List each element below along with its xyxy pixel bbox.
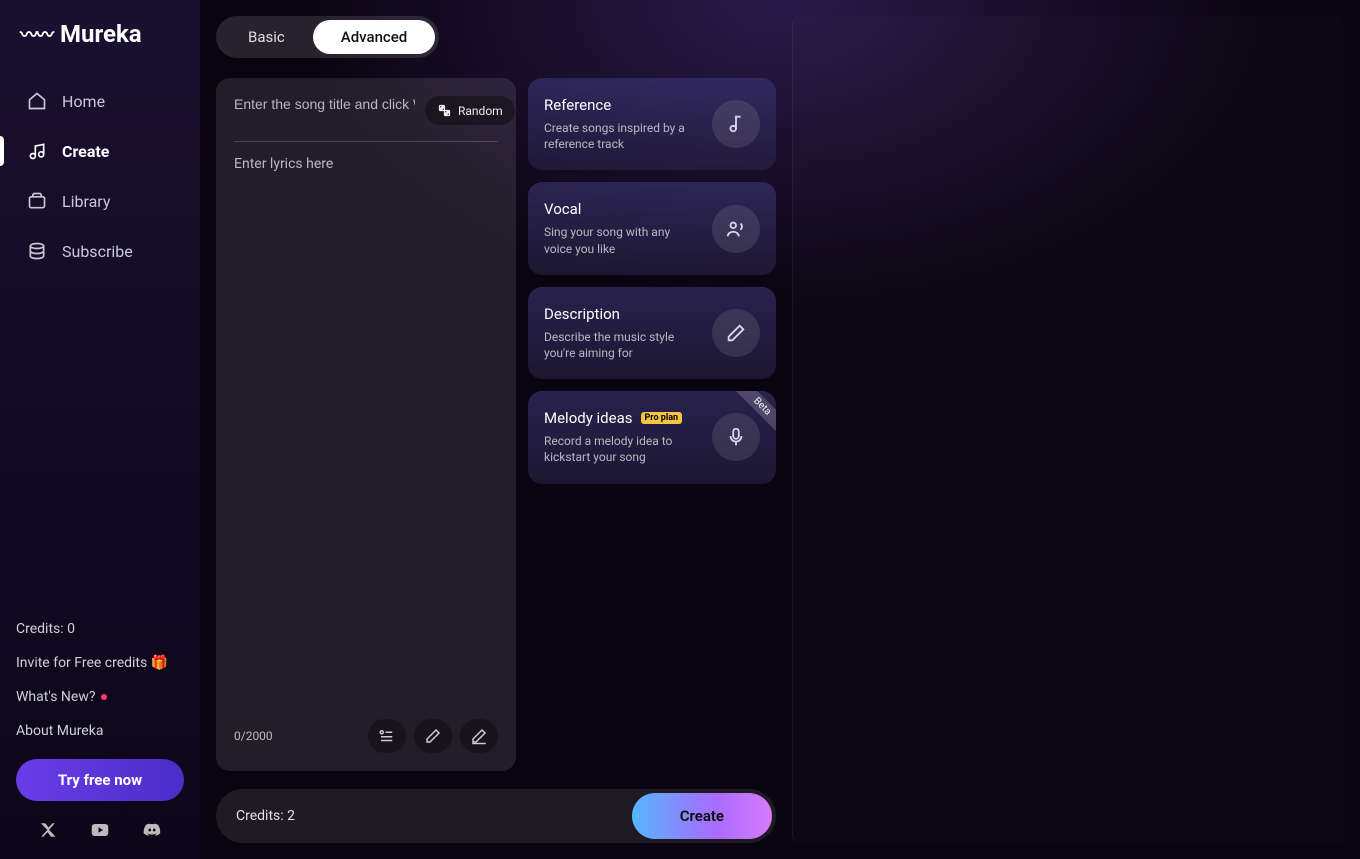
credits-text: Credits: 0 xyxy=(16,621,75,637)
music-note-icon xyxy=(712,100,760,148)
feature-desc-label: Record a melody idea to kickstart your s… xyxy=(544,433,700,465)
feature-title-label: Vocal xyxy=(544,200,581,218)
sidebar-item-label: Home xyxy=(62,92,105,111)
sidebar-item-home[interactable]: Home xyxy=(0,78,200,124)
sidebar: 〰〰 Mureka Home Create Library Subscrib xyxy=(0,0,200,859)
pencil-icon xyxy=(712,309,760,357)
left-column: Basic Advanced Random xyxy=(216,16,776,843)
about-link[interactable]: About Mureka xyxy=(16,723,184,739)
stack-icon xyxy=(26,240,48,262)
workspace: Random 0/2000 xyxy=(216,78,776,771)
feature-desc-label: Create songs inspired by a reference tra… xyxy=(544,120,700,152)
feature-desc-label: Sing your song with any voice you like xyxy=(544,224,700,256)
divider xyxy=(234,141,498,142)
feature-column: Reference Create songs inspired by a ref… xyxy=(528,78,776,771)
try-free-button[interactable]: Try free now xyxy=(16,759,184,801)
invite-link[interactable]: Invite for Free credits 🎁 xyxy=(16,655,184,671)
logo-mark-icon: 〰〰 xyxy=(20,21,52,47)
feature-title-label: Reference xyxy=(544,96,611,114)
credits-indicator[interactable]: Credits: 0 xyxy=(16,621,184,637)
x-twitter-icon[interactable] xyxy=(37,821,59,839)
mode-tabs: Basic Advanced xyxy=(216,16,439,58)
pencil-icon xyxy=(424,727,442,745)
sidebar-item-subscribe[interactable]: Subscribe xyxy=(0,228,200,274)
feature-card-melody[interactable]: Beta Melody ideas Pro plan Record a melo… xyxy=(528,391,776,483)
feature-title-label: Melody ideas xyxy=(544,409,633,427)
song-title-input[interactable] xyxy=(234,96,415,112)
tab-basic-label: Basic xyxy=(248,28,285,46)
microphone-icon xyxy=(712,413,760,461)
about-text: About Mureka xyxy=(16,723,103,739)
feature-card-description[interactable]: Description Describe the music style you… xyxy=(528,287,776,379)
logo[interactable]: 〰〰 Mureka xyxy=(0,20,200,78)
random-button[interactable]: Random xyxy=(425,96,515,125)
discord-icon[interactable] xyxy=(141,821,163,839)
output-preview-panel xyxy=(792,16,1344,843)
char-count: 0/2000 xyxy=(234,729,273,743)
feature-title-label: Description xyxy=(544,305,620,323)
library-icon xyxy=(26,190,48,212)
notification-dot-icon xyxy=(101,694,107,700)
list-icon xyxy=(378,727,396,745)
home-icon xyxy=(26,90,48,112)
feature-card-vocal[interactable]: Vocal Sing your song with any voice you … xyxy=(528,182,776,274)
main-area: Basic Advanced Random xyxy=(200,0,1360,859)
sidebar-item-label: Subscribe xyxy=(62,242,133,261)
invite-text: Invite for Free credits 🎁 xyxy=(16,655,168,671)
edit-underline-tool-button[interactable] xyxy=(460,719,498,753)
sidebar-footer-links: Credits: 0 Invite for Free credits 🎁 Wha… xyxy=(0,621,200,759)
pro-plan-badge: Pro plan xyxy=(641,412,683,424)
tab-advanced-label: Advanced xyxy=(341,28,407,46)
whats-new-text: What's New? xyxy=(16,689,95,705)
lyrics-textarea[interactable] xyxy=(234,156,498,711)
sidebar-nav: Home Create Library Subscribe xyxy=(0,78,200,274)
random-label: Random xyxy=(458,104,503,118)
youtube-icon[interactable] xyxy=(89,821,111,839)
feature-card-reference[interactable]: Reference Create songs inspired by a ref… xyxy=(528,78,776,170)
sidebar-item-label: Library xyxy=(62,192,110,211)
logo-text: Mureka xyxy=(60,20,142,48)
person-voice-icon xyxy=(712,205,760,253)
dice-icon xyxy=(437,103,452,118)
tab-basic[interactable]: Basic xyxy=(220,20,313,54)
create-button-label: Create xyxy=(680,807,724,825)
sidebar-item-library[interactable]: Library xyxy=(0,178,200,224)
social-row xyxy=(0,821,200,843)
feature-desc-label: Describe the music style you're aiming f… xyxy=(544,329,700,361)
sidebar-item-create[interactable]: Create xyxy=(0,128,200,174)
edit-tool-button[interactable] xyxy=(414,719,452,753)
pencil-line-icon xyxy=(470,727,488,745)
sidebar-item-label: Create xyxy=(62,142,109,161)
whats-new-link[interactable]: What's New? xyxy=(16,689,184,705)
create-row: Credits: 2 Create xyxy=(216,789,776,843)
tab-advanced[interactable]: Advanced xyxy=(313,20,435,54)
try-free-label: Try free now xyxy=(58,771,142,789)
credits-cost-label: Credits: 2 xyxy=(236,808,632,824)
music-note-icon xyxy=(26,140,48,162)
create-button[interactable]: Create xyxy=(632,793,772,839)
lyrics-panel: Random 0/2000 xyxy=(216,78,516,771)
substyle-tool-button[interactable] xyxy=(368,719,406,753)
